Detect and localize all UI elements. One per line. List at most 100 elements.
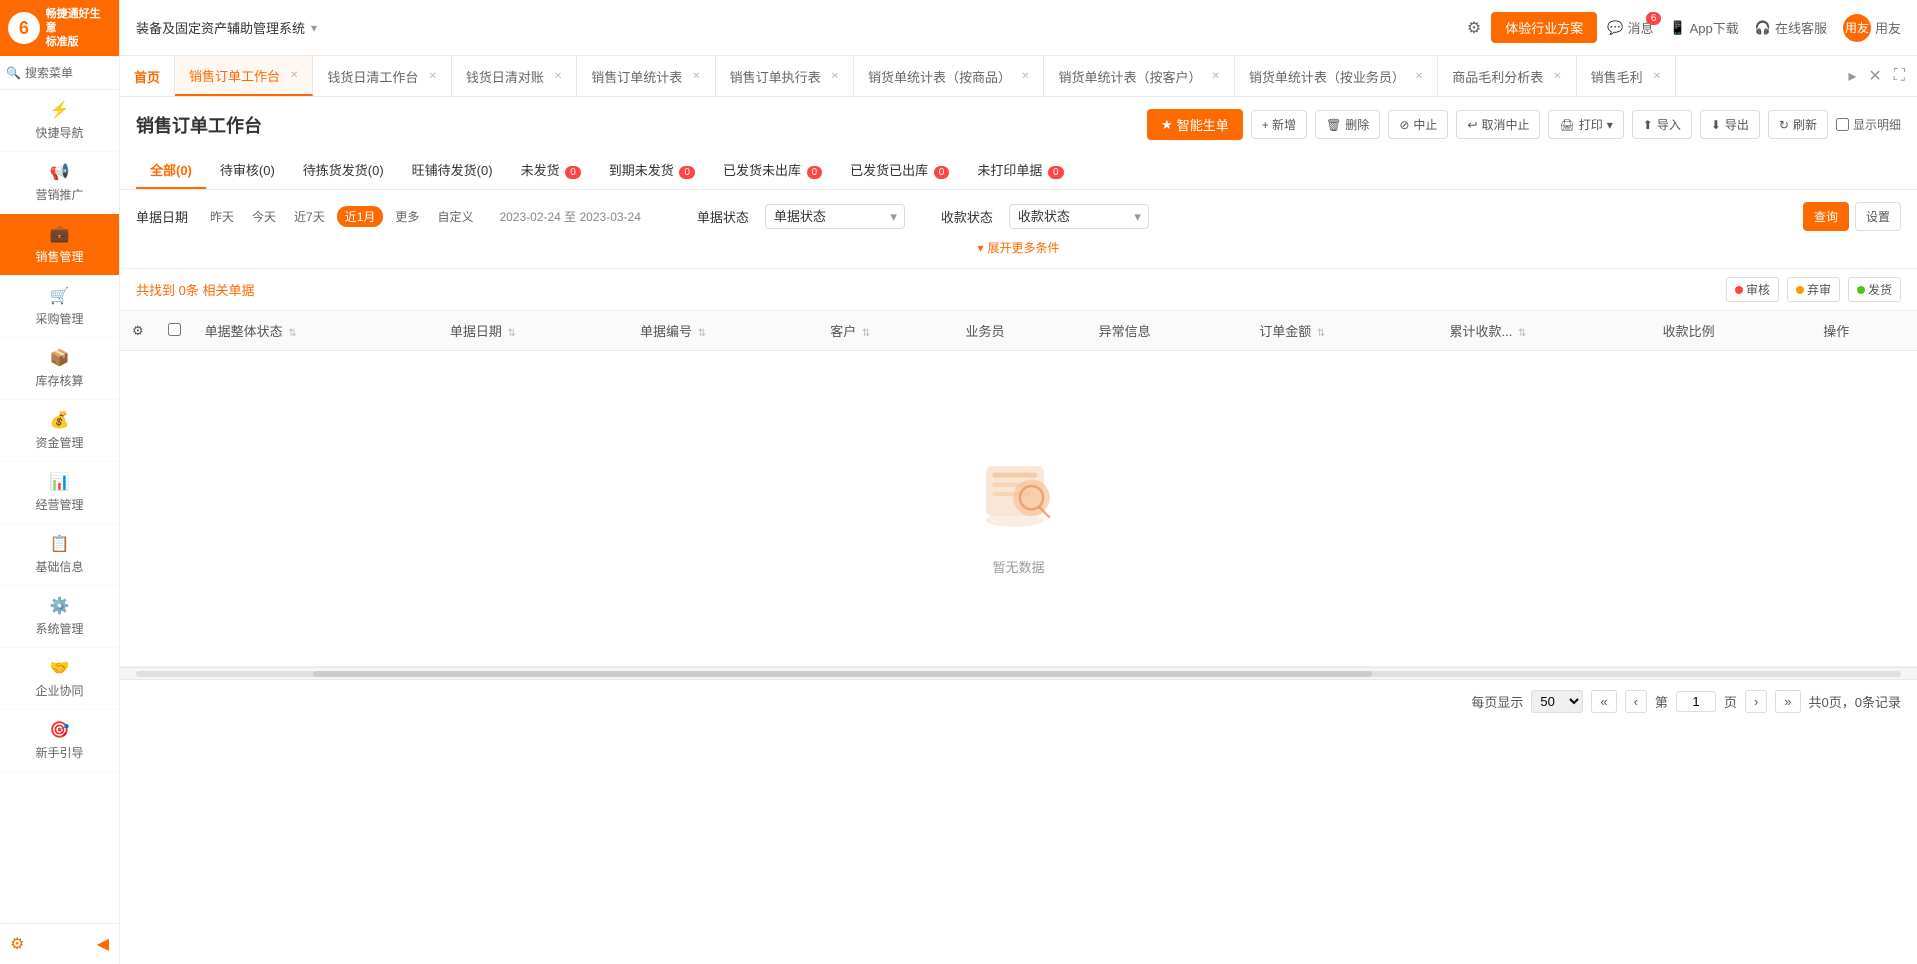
sidebar-item-finance[interactable]: 💰 资金管理	[0, 400, 119, 462]
date-more-btn[interactable]: 更多	[389, 206, 425, 227]
sidebar-item-marketing[interactable]: 📢 营销推广	[0, 152, 119, 214]
expand-more-btn[interactable]: ▾ 展开更多条件	[977, 239, 1059, 256]
print-btn[interactable]: 🖨 打印 ▾	[1548, 110, 1623, 139]
tab-close-sales-exec[interactable]: ✕	[831, 71, 839, 82]
sub-tab-not-shipped[interactable]: 未发货 0	[507, 152, 595, 189]
col-setting[interactable]: ⚙	[120, 311, 156, 351]
tab-close-summary-customer[interactable]: ✕	[1211, 71, 1219, 82]
sidebar-item-sales[interactable]: 💼 销售管理	[0, 214, 119, 276]
tab-close-sales-stats[interactable]: ✕	[692, 71, 700, 82]
user-avatar-item[interactable]: 用友 用友	[1843, 14, 1901, 42]
delete-btn[interactable]: 🗑 删除	[1315, 110, 1380, 139]
sidebar-item-label: 新手引导	[35, 744, 83, 761]
tab-sales-summary-staff[interactable]: 销货单统计表（按业务员） ✕	[1235, 56, 1438, 96]
sidebar-item-operations[interactable]: 📊 经营管理	[0, 462, 119, 524]
import-btn[interactable]: ⬆ 导入	[1632, 110, 1692, 139]
tab-sales-order[interactable]: 销售订单工作台 ✕	[175, 56, 313, 96]
online-service-item[interactable]: 🎧 在线客服	[1755, 18, 1827, 37]
sub-tab-all[interactable]: 全部(0)	[136, 152, 206, 189]
tab-close-all-btn[interactable]: ✕	[1864, 62, 1885, 90]
scrollbar-area[interactable]	[120, 667, 1917, 679]
next-page-btn[interactable]: ›	[1745, 690, 1767, 713]
show-details-checkbox[interactable]	[1836, 118, 1849, 131]
sidebar-item-inventory[interactable]: 📦 库存核算	[0, 338, 119, 400]
tab-product-margin[interactable]: 商品毛利分析表 ✕	[1438, 56, 1576, 96]
col-customer[interactable]: 客户 ⇅	[818, 311, 953, 351]
sub-tab-shipped-out[interactable]: 已发货已出库 0	[836, 152, 963, 189]
settings-bottom-icon[interactable]: ⚙	[10, 934, 24, 954]
select-all-checkbox[interactable]	[168, 323, 181, 336]
suspend-btn[interactable]: ⊘ 中止	[1388, 110, 1448, 139]
first-page-btn[interactable]: «	[1591, 690, 1616, 713]
sub-tab-wangpu-ship[interactable]: 旺铺待发货(0)	[398, 152, 507, 189]
prev-page-btn[interactable]: ‹	[1625, 690, 1647, 713]
sidebar-item-system[interactable]: ⚙️ 系统管理	[0, 586, 119, 648]
tab-close-sales-profit[interactable]: ✕	[1653, 71, 1661, 82]
current-page-input[interactable]	[1676, 691, 1716, 712]
col-number[interactable]: 单据编号 ⇅	[628, 311, 818, 351]
review-btn[interactable]: 审核	[1726, 277, 1779, 302]
tab-close-sales-order[interactable]: ✕	[290, 70, 298, 81]
sidebar-item-basic[interactable]: 📋 基础信息	[0, 524, 119, 586]
sidebar-item-company[interactable]: 🤝 企业协同	[0, 648, 119, 710]
sidebar-item-purchase[interactable]: 🛒 采购管理	[0, 276, 119, 338]
page-size-select[interactable]: 50 10 20 100	[1531, 690, 1583, 713]
date-today-btn[interactable]: 今天	[246, 206, 282, 227]
tab-cash-daily[interactable]: 钱货日清工作台 ✕	[313, 56, 451, 96]
payment-select[interactable]: 收款状态	[1009, 204, 1149, 229]
last-page-btn[interactable]: »	[1775, 690, 1800, 713]
sub-tab-shipped-not-out[interactable]: 已发货未出库 0	[709, 152, 836, 189]
sidebar-search[interactable]: 🔍 搜索菜单	[0, 56, 119, 90]
tab-sales-profit[interactable]: 销售毛利 ✕	[1577, 56, 1676, 96]
col-status[interactable]: 单据整体状态 ⇅	[193, 311, 438, 351]
tab-overflow-btn[interactable]: ▸	[1844, 62, 1860, 90]
tab-fullscreen-btn[interactable]: ⛶	[1890, 63, 1909, 89]
scrollbar-thumb[interactable]	[313, 671, 1372, 677]
col-check[interactable]	[156, 311, 193, 351]
sub-tab-not-printed[interactable]: 未打印单据 0	[963, 152, 1077, 189]
smart-create-btn[interactable]: ★ 智能生单	[1147, 109, 1243, 140]
tab-close-cash-daily[interactable]: ✕	[428, 71, 436, 82]
sort-number-icon: ⇅	[698, 328, 706, 339]
refresh-btn[interactable]: ↻ 刷新	[1768, 110, 1828, 139]
sales-icon: 💼	[50, 224, 70, 244]
tab-close-cash-reconcile[interactable]: ✕	[554, 71, 562, 82]
cancel-suspend-btn[interactable]: ↩ 取消中止	[1456, 110, 1540, 139]
add-btn[interactable]: + 新增	[1251, 110, 1307, 139]
message-item[interactable]: 💬 消息 6	[1607, 18, 1653, 37]
scrollbar-track[interactable]	[136, 671, 1901, 677]
industry-btn[interactable]: 体验行业方案	[1491, 12, 1597, 43]
tab-sales-summary-product[interactable]: 销货单统计表（按商品） ✕	[854, 56, 1044, 96]
sidebar-item-newbie[interactable]: 🎯 新手引导	[0, 710, 119, 772]
sub-tab-pending-review[interactable]: 待审核(0)	[206, 152, 289, 189]
sidebar-item-quick-nav[interactable]: ⚡ 快捷导航	[0, 90, 119, 152]
header-settings-icon[interactable]: ⚙	[1467, 18, 1481, 38]
col-amount[interactable]: 订单金额 ⇅	[1247, 311, 1437, 351]
ship-btn[interactable]: 发货	[1848, 277, 1901, 302]
date-1month-btn[interactable]: 近1月	[337, 206, 384, 227]
app-download-item[interactable]: 📱 App下载	[1669, 18, 1738, 37]
sub-tab-overdue-ship[interactable]: 到期未发货 0	[595, 152, 709, 189]
status-select[interactable]: 单据状态	[765, 204, 905, 229]
sub-tab-pending-inspect[interactable]: 待拣货发货(0)	[289, 152, 398, 189]
collapse-icon[interactable]: ◀	[97, 934, 109, 954]
tab-close-summary-product[interactable]: ✕	[1021, 71, 1029, 82]
date-yesterday-btn[interactable]: 昨天	[204, 206, 240, 227]
date-custom-btn[interactable]: 自定义	[431, 206, 479, 227]
cancel-review-btn[interactable]: 弃审	[1787, 277, 1840, 302]
col-date[interactable]: 单据日期 ⇅	[438, 311, 628, 351]
col-collected[interactable]: 累计收款... ⇅	[1438, 311, 1651, 351]
show-details-label[interactable]: 显示明细	[1836, 116, 1901, 133]
filter-settings-btn[interactable]: 设置	[1855, 202, 1901, 231]
tab-cash-reconcile[interactable]: 钱货日清对账 ✕	[452, 56, 577, 96]
tab-home[interactable]: 首页	[120, 56, 175, 96]
query-btn[interactable]: 查询	[1803, 202, 1849, 231]
export-btn[interactable]: ⬇ 导出	[1700, 110, 1760, 139]
tab-sales-summary-customer[interactable]: 销货单统计表（按客户） ✕	[1044, 56, 1234, 96]
tab-close-summary-staff[interactable]: ✕	[1415, 71, 1423, 82]
date-7days-btn[interactable]: 近7天	[288, 206, 331, 227]
app-title-dropdown-icon[interactable]: ▾	[311, 21, 317, 35]
tab-sales-exec[interactable]: 销售订单执行表 ✕	[716, 56, 854, 96]
tab-close-product-margin[interactable]: ✕	[1553, 71, 1561, 82]
tab-sales-stats[interactable]: 销售订单统计表 ✕	[577, 56, 715, 96]
